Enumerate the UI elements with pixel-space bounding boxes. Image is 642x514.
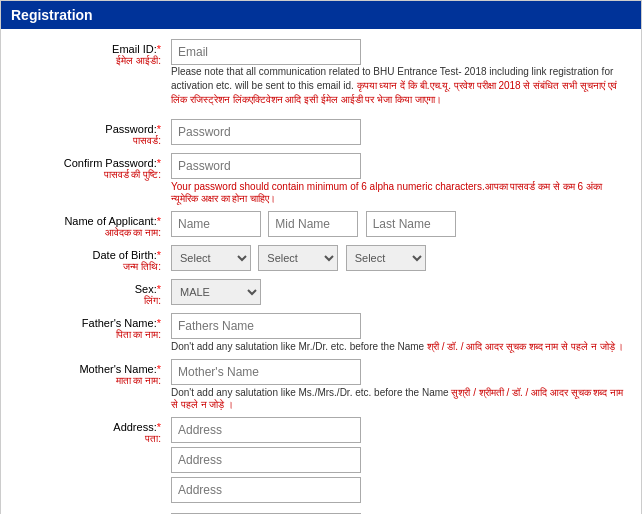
confirm-password-row: Confirm Password:* पासवर्ड की पुष्टि: Yo… bbox=[11, 153, 631, 205]
password-input-col bbox=[171, 119, 631, 145]
fathers-name-row: Father's Name:* पिता का नाम: Don't add a… bbox=[11, 313, 631, 353]
sex-select[interactable]: MALE FEMALE bbox=[171, 279, 261, 305]
mid-name-input[interactable] bbox=[268, 211, 358, 237]
address-row: Address:* पता: bbox=[11, 417, 631, 507]
email-notice: Please note that all communication relat… bbox=[171, 65, 631, 107]
form-body: Email ID:* ईमेल आईडी: Please note that a… bbox=[1, 29, 641, 514]
sex-row: Sex:* लिंग: MALE FEMALE bbox=[11, 279, 631, 307]
email-label: Email ID:* ईमेल आईडी: bbox=[11, 39, 171, 67]
dob-month-select[interactable]: Select bbox=[258, 245, 338, 271]
confirm-password-input-col: Your password should contain minimum of … bbox=[171, 153, 631, 205]
address-label: Address:* पता: bbox=[11, 417, 171, 445]
email-input[interactable] bbox=[171, 39, 361, 65]
password-input[interactable] bbox=[171, 119, 361, 145]
dob-input-col: Select Select Select bbox=[171, 245, 631, 271]
confirm-password-label: Confirm Password:* पासवर्ड की पुष्टि: bbox=[11, 153, 171, 181]
name-input-col bbox=[171, 211, 631, 237]
dob-row: Date of Birth:* जन्म तिथि: Select Select… bbox=[11, 245, 631, 273]
fathers-name-note: Don't add any salutation like Mr./Dr. et… bbox=[171, 341, 631, 353]
sex-input-col: MALE FEMALE bbox=[171, 279, 631, 305]
dob-label: Date of Birth:* जन्म तिथि: bbox=[11, 245, 171, 273]
fathers-name-label: Father's Name:* पिता का नाम: bbox=[11, 313, 171, 341]
fathers-name-input-col: Don't add any salutation like Mr./Dr. et… bbox=[171, 313, 631, 353]
address-input-1[interactable] bbox=[171, 417, 361, 443]
name-label: Name of Applicant:* आवेदक का नाम: bbox=[11, 211, 171, 239]
mothers-name-input[interactable] bbox=[171, 359, 361, 385]
dob-day-select[interactable]: Select bbox=[171, 245, 251, 271]
page-title: Registration bbox=[1, 1, 641, 29]
mothers-name-note: Don't add any salutation like Ms./Mrs./D… bbox=[171, 387, 631, 411]
first-name-input[interactable] bbox=[171, 211, 261, 237]
mothers-name-row: Mother's Name:* माता का नाम: Don't add a… bbox=[11, 359, 631, 411]
fathers-name-input[interactable] bbox=[171, 313, 361, 339]
email-input-col: Please note that all communication relat… bbox=[171, 39, 631, 113]
confirm-password-input[interactable] bbox=[171, 153, 361, 179]
password-row: Password:* पासवर्ड: bbox=[11, 119, 631, 147]
password-error: Your password should contain minimum of … bbox=[171, 181, 631, 205]
registration-container: Registration Email ID:* ईमेल आईडी: Pleas… bbox=[0, 0, 642, 514]
mothers-name-label: Mother's Name:* माता का नाम: bbox=[11, 359, 171, 387]
password-label: Password:* पासवर्ड: bbox=[11, 119, 171, 147]
sex-label: Sex:* लिंग: bbox=[11, 279, 171, 307]
last-name-input[interactable] bbox=[366, 211, 456, 237]
address-input-3[interactable] bbox=[171, 477, 361, 503]
dob-year-select[interactable]: Select bbox=[346, 245, 426, 271]
mothers-name-input-col: Don't add any salutation like Ms./Mrs./D… bbox=[171, 359, 631, 411]
email-row: Email ID:* ईमेल आईडी: Please note that a… bbox=[11, 39, 631, 113]
name-row: Name of Applicant:* आवेदक का नाम: bbox=[11, 211, 631, 239]
address-input-2[interactable] bbox=[171, 447, 361, 473]
address-input-col bbox=[171, 417, 631, 507]
